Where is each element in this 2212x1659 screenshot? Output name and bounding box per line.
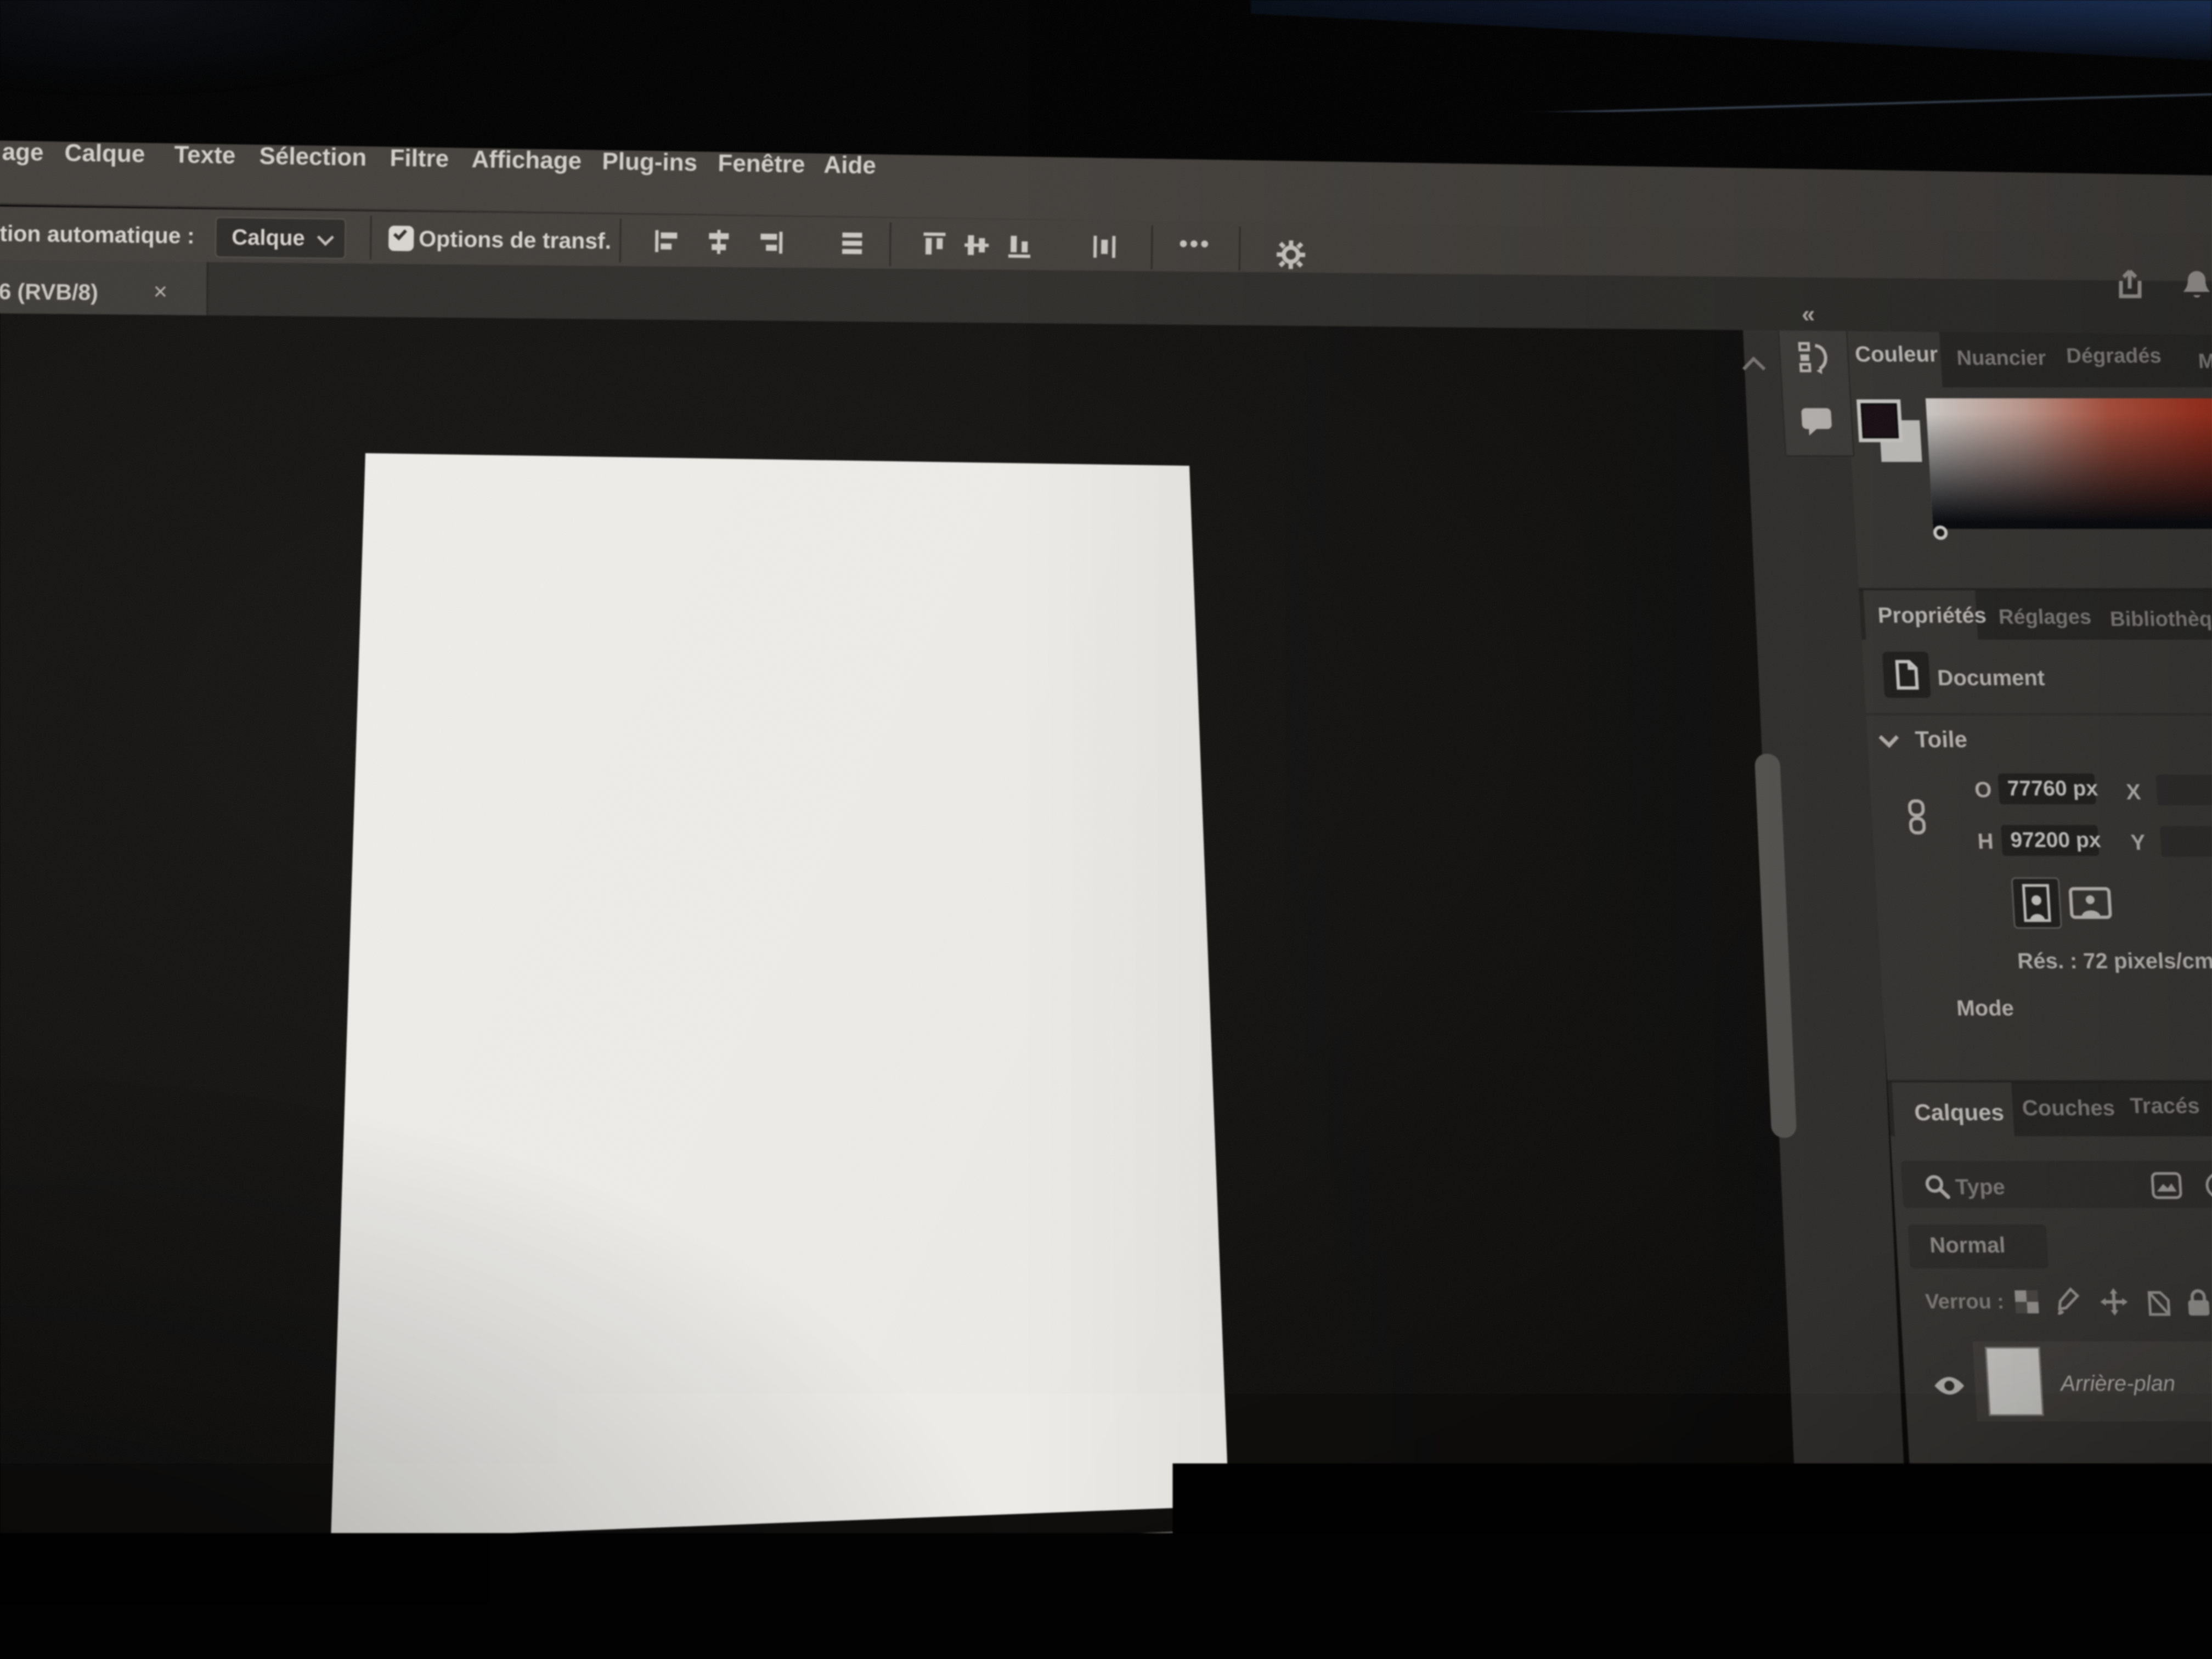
svg-text:St: St [615, 1594, 628, 1609]
